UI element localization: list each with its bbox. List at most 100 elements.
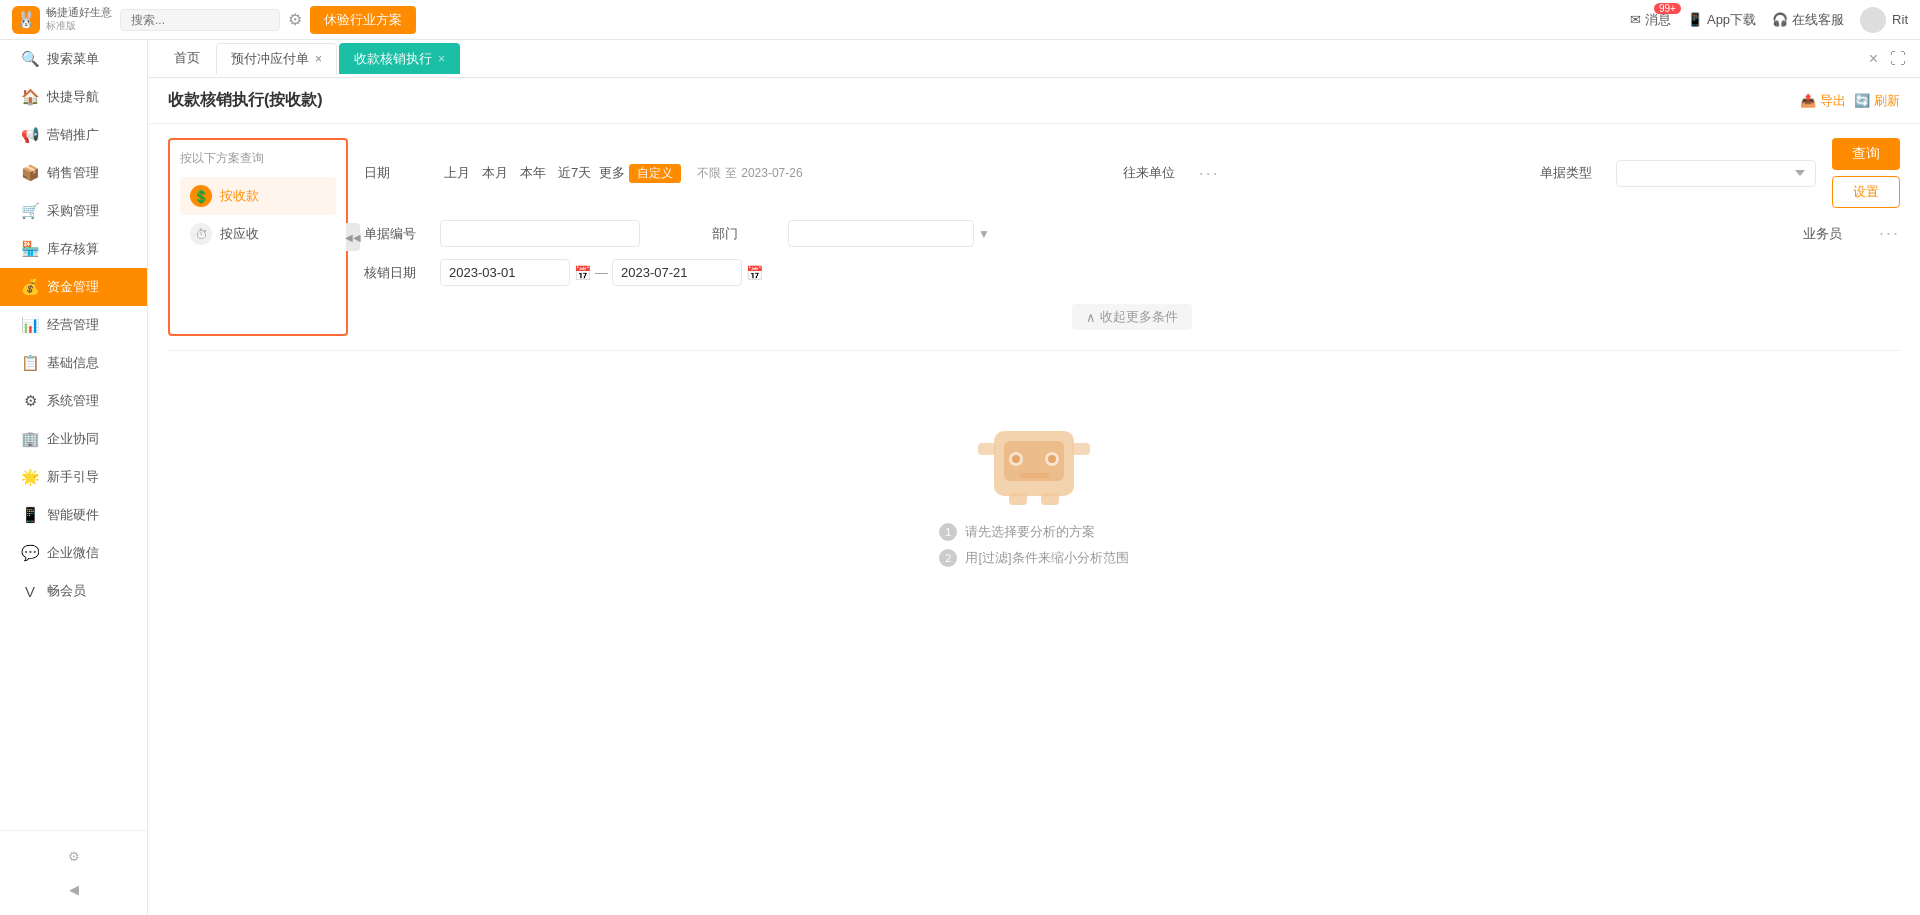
date-more[interactable]: 更多 — [599, 164, 625, 182]
sidebar-collapse-button[interactable]: ◀ — [0, 874, 147, 905]
funds-icon: 💰 — [21, 278, 39, 296]
system-icon: ⚙ — [21, 392, 39, 410]
message-button[interactable]: ✉ 消息 99+ — [1630, 11, 1671, 29]
sidebar-item-enterprise-wechat[interactable]: 💬 企业微信 — [0, 534, 147, 572]
sidebar-item-basic-info[interactable]: 📋 基础信息 — [0, 344, 147, 382]
sidebar-item-label: 采购管理 — [47, 202, 99, 220]
settings-button[interactable]: 设置 — [1832, 176, 1900, 208]
search-icon: 🔍 — [21, 50, 39, 68]
operations-icon: 📊 — [21, 316, 39, 334]
app-label: App下载 — [1707, 11, 1756, 29]
sidebar-item-search[interactable]: 🔍 搜索菜单 — [0, 40, 147, 78]
industry-button[interactable]: 休验行业方案 — [310, 6, 416, 34]
refresh-button[interactable]: 🔄 刷新 — [1854, 92, 1900, 110]
top-bar: 🐰 畅捷通好生意 标准版 ⚙ 休验行业方案 ✉ 消息 99+ 📱 App下载 🎧… — [0, 0, 1920, 40]
tab-prepay[interactable]: 预付冲应付单 × — [216, 43, 337, 74]
empty-hints: 1 请先选择要分析的方案 2 用[过滤]条件来缩小分析范围 — [939, 523, 1128, 567]
sidebar-item-system[interactable]: ⚙ 系统管理 — [0, 382, 147, 420]
writeoff-date-to-calendar-icon[interactable]: 📅 — [746, 265, 763, 281]
filter-by-receivable-label: 按应收 — [220, 225, 259, 243]
refresh-label: 刷新 — [1874, 92, 1900, 110]
sidebar-item-purchase[interactable]: 🛒 采购管理 — [0, 192, 147, 230]
tab-collection-writeoff[interactable]: 收款核销执行 × — [339, 43, 460, 74]
sidebar-item-inventory[interactable]: 🏪 库存核算 — [0, 230, 147, 268]
sidebar-item-quick-nav[interactable]: 🏠 快捷导航 — [0, 78, 147, 116]
search-input[interactable] — [120, 9, 280, 31]
svg-rect-8 — [1041, 493, 1059, 505]
refresh-icon: 🔄 — [1854, 93, 1870, 108]
sidebar-bottom: ⚙ ◀ — [0, 830, 147, 915]
inventory-icon: 🏪 — [21, 240, 39, 258]
purchase-icon: 🛒 — [21, 202, 39, 220]
writeoff-date-to-input[interactable] — [612, 259, 742, 286]
user-name: Rit — [1892, 12, 1908, 27]
sidebar-item-label: 基础信息 — [47, 354, 99, 372]
sidebar-item-vip[interactable]: V 畅会员 — [0, 572, 147, 610]
tab-prepay-close[interactable]: × — [315, 52, 322, 66]
counterparty-select[interactable]: ··· — [1199, 163, 1220, 184]
sidebar-item-funds[interactable]: 💰 资金管理 — [0, 268, 147, 306]
gear-icon[interactable]: ⚙ — [288, 10, 302, 29]
right-filters: 日期 上月 本月 本年 近7天 更多 自定义 不限 至 — [364, 138, 1900, 336]
page-inner: 收款核销执行(按收款) 📤 导出 🔄 刷新 — [148, 78, 1920, 915]
brand-name: 畅捷通好生意 — [46, 6, 112, 19]
brand-sub: 标准版 — [46, 19, 112, 33]
date-this-month[interactable]: 本月 — [478, 162, 512, 184]
empty-hint-2: 2 用[过滤]条件来缩小分析范围 — [939, 549, 1128, 567]
filter-by-collection[interactable]: 💲 按收款 — [180, 177, 336, 215]
date-this-year[interactable]: 本年 — [516, 162, 550, 184]
sidebar-item-label: 经营管理 — [47, 316, 99, 334]
date-7days[interactable]: 近7天 — [554, 162, 595, 184]
tab-window-controls: × ⛶ — [1867, 48, 1908, 70]
hint-2-num: 2 — [939, 549, 957, 567]
settings-icon: ⚙ — [68, 849, 80, 864]
sidebar-item-enterprise-collab[interactable]: 🏢 企业协同 — [0, 420, 147, 458]
tab-home[interactable]: 首页 — [160, 43, 214, 75]
collapse-more-button[interactable]: ∧ 收起更多条件 — [1072, 304, 1192, 330]
filter-panel: 按以下方案查询 💲 按收款 ⏱ 按应收 ◀◀ — [168, 138, 348, 336]
query-button[interactable]: 查询 — [1832, 138, 1900, 170]
svg-rect-6 — [1019, 473, 1049, 478]
filter-row-3: 核销日期 📅 — 📅 — [364, 259, 1900, 286]
sidebar-item-operations[interactable]: 📊 经营管理 — [0, 306, 147, 344]
brand-emoji: 🐰 — [16, 10, 36, 29]
service-label: 在线客服 — [1792, 11, 1844, 29]
filter-by-receivable[interactable]: ⏱ 按应收 — [180, 215, 336, 253]
sidebar-item-label: 快捷导航 — [47, 88, 99, 106]
online-service-button[interactable]: 🎧 在线客服 — [1772, 11, 1844, 29]
sidebar-item-smart-hardware[interactable]: 📱 智能硬件 — [0, 496, 147, 534]
date-custom-tag[interactable]: 自定义 — [629, 164, 681, 183]
sidebar-item-label: 搜索菜单 — [47, 50, 99, 68]
svg-rect-7 — [1009, 493, 1027, 505]
doc-num-input[interactable] — [440, 220, 640, 247]
user-area[interactable]: Rit — [1860, 7, 1908, 33]
writeoff-date-field: 📅 — 📅 — [440, 259, 763, 286]
writeoff-date-from-input[interactable] — [440, 259, 570, 286]
tab-collection-label: 收款核销执行 — [354, 50, 432, 68]
tab-collection-close[interactable]: × — [438, 52, 445, 66]
date-last-month[interactable]: 上月 — [440, 162, 474, 184]
window-expand-button[interactable]: ⛶ — [1888, 48, 1908, 70]
app-icon: 📱 — [1687, 12, 1703, 27]
writeoff-date-from-calendar-icon[interactable]: 📅 — [574, 265, 591, 281]
window-close-button[interactable]: × — [1867, 48, 1880, 70]
main-layout: 🔍 搜索菜单 🏠 快捷导航 📢 营销推广 📦 销售管理 🛒 采购管理 🏪 库存核… — [0, 40, 1920, 915]
collapse-icon: ∧ — [1086, 310, 1096, 325]
sidebar-settings-button[interactable]: ⚙ — [0, 841, 147, 872]
sidebar-item-sales[interactable]: 📦 销售管理 — [0, 154, 147, 192]
dept-field: ▼ — [788, 220, 990, 247]
sidebar-item-beginner-guide[interactable]: 🌟 新手引导 — [0, 458, 147, 496]
sidebar-item-marketing[interactable]: 📢 营销推广 — [0, 116, 147, 154]
sidebar-item-label: 销售管理 — [47, 164, 99, 182]
panel-collapse-button[interactable]: ◀◀ — [346, 223, 360, 251]
app-download-button[interactable]: 📱 App下载 — [1687, 11, 1756, 29]
staff-select[interactable]: ··· — [1879, 223, 1900, 244]
doc-type-select[interactable] — [1616, 160, 1816, 187]
dept-input[interactable] — [788, 220, 974, 247]
export-label: 导出 — [1820, 92, 1846, 110]
sidebar-item-label: 智能硬件 — [47, 506, 99, 524]
export-button[interactable]: 📤 导出 — [1800, 92, 1846, 110]
by-receivable-icon: ⏱ — [190, 223, 212, 245]
sidebar-item-label: 系统管理 — [47, 392, 99, 410]
staff-label: 业务员 — [1803, 225, 1863, 243]
